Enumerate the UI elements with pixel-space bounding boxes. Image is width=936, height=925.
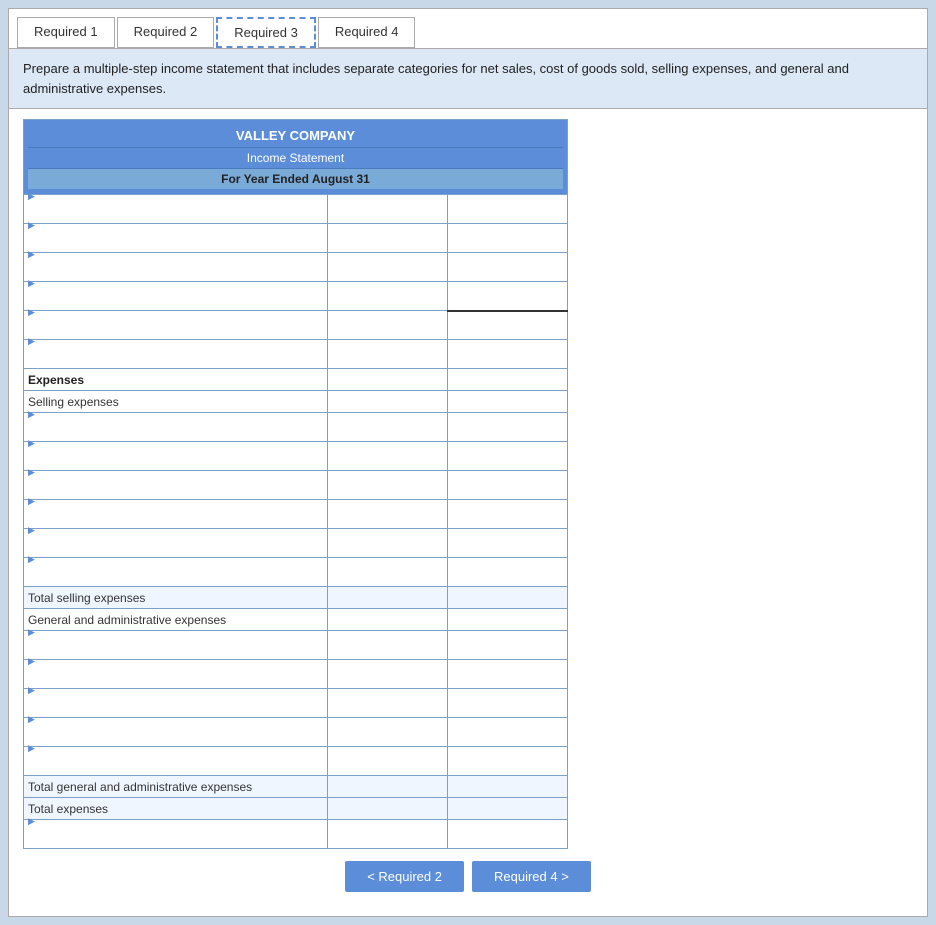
expenses-mid-input[interactable] [332, 369, 443, 390]
row5-right-input[interactable] [452, 312, 563, 340]
sell6-right-input[interactable] [452, 558, 563, 586]
main-content: VALLEY COMPANY Income Statement For Year… [9, 109, 927, 916]
row4-mid-input[interactable] [332, 282, 443, 310]
gen1-right-input[interactable] [452, 631, 563, 659]
tab-required4[interactable]: Required 4 [318, 17, 416, 48]
table-row [24, 747, 568, 776]
row2-right-input[interactable] [452, 224, 563, 252]
sell2-right-input[interactable] [452, 442, 563, 470]
table-row [24, 253, 568, 282]
tabs-bar: Required 1 Required 2 Required 3 Require… [9, 9, 927, 49]
bottom-nav: < Required 2 Required 4 > [23, 849, 913, 900]
sell4-mid-input[interactable] [332, 500, 443, 528]
tab-required3[interactable]: Required 3 [216, 17, 316, 48]
gen3-mid-input[interactable] [332, 689, 443, 717]
table-row [24, 500, 568, 529]
sell1-mid-input[interactable] [332, 413, 443, 441]
tab-required1[interactable]: Required 1 [17, 17, 115, 48]
selling-mid-input[interactable] [332, 391, 443, 412]
row6-right-input[interactable] [452, 340, 563, 368]
gen2-mid-input[interactable] [332, 660, 443, 688]
total-expenses-right-input[interactable] [452, 798, 563, 819]
gen-admin-label: General and administrative expenses [24, 609, 328, 631]
gen-admin-row: General and administrative expenses [24, 609, 568, 631]
table-row [24, 718, 568, 747]
statement-title: Income Statement [28, 148, 563, 169]
next-button[interactable]: Required 4 > [472, 861, 591, 892]
final-mid-input[interactable] [332, 820, 443, 848]
sell6-label-input[interactable] [28, 565, 323, 593]
final-right-input[interactable] [452, 820, 563, 848]
gen3-right-input[interactable] [452, 689, 563, 717]
gen5-label-input[interactable] [28, 754, 323, 782]
table-row [24, 558, 568, 587]
company-name: VALLEY COMPANY [28, 124, 563, 148]
table-row [24, 442, 568, 471]
instruction-text: Prepare a multiple-step income statement… [9, 49, 927, 109]
expenses-right-input[interactable] [452, 369, 563, 390]
table-row [24, 820, 568, 849]
row2-mid-input[interactable] [332, 224, 443, 252]
table-row [24, 689, 568, 718]
total-expenses-row: Total expenses [24, 798, 568, 820]
statement-period: For Year Ended August 31 [28, 169, 563, 190]
gen4-right-input[interactable] [452, 718, 563, 746]
gen4-mid-input[interactable] [332, 718, 443, 746]
sell5-right-input[interactable] [452, 529, 563, 557]
table-row [24, 529, 568, 558]
selling-expenses-label: Selling expenses [24, 391, 328, 413]
row3-right-input[interactable] [452, 253, 563, 281]
row5-mid-input[interactable] [332, 311, 443, 339]
sell3-right-input[interactable] [452, 471, 563, 499]
row3-mid-input[interactable] [332, 253, 443, 281]
sell1-right-input[interactable] [452, 413, 563, 441]
tab-required2[interactable]: Required 2 [117, 17, 215, 48]
table-row [24, 413, 568, 442]
gen1-mid-input[interactable] [332, 631, 443, 659]
sell5-mid-input[interactable] [332, 529, 443, 557]
table-row [24, 471, 568, 500]
sell2-mid-input[interactable] [332, 442, 443, 470]
total-expenses-mid-input[interactable] [332, 798, 443, 819]
table-row [24, 631, 568, 660]
table-row [24, 224, 568, 253]
row6-label-input[interactable] [28, 347, 323, 375]
gen5-right-input[interactable] [452, 747, 563, 775]
row1-mid-input[interactable] [332, 195, 443, 223]
row6-mid-input[interactable] [332, 340, 443, 368]
sell6-mid-input[interactable] [332, 558, 443, 586]
gen5-mid-input[interactable] [332, 747, 443, 775]
sell4-right-input[interactable] [452, 500, 563, 528]
table-row [24, 282, 568, 311]
selling-right-input[interactable] [452, 391, 563, 412]
gen2-right-input[interactable] [452, 660, 563, 688]
final-label-input[interactable] [28, 827, 323, 855]
income-statement-table: VALLEY COMPANY Income Statement For Year… [23, 119, 568, 849]
gen-admin-right-input[interactable] [452, 609, 563, 630]
gen-admin-mid-input[interactable] [332, 609, 443, 630]
row1-right-input[interactable] [452, 195, 563, 223]
row4-right-input[interactable] [452, 282, 563, 310]
table-row [24, 195, 568, 224]
total-expenses-label: Total expenses [24, 798, 328, 820]
table-row [24, 660, 568, 689]
selling-expenses-row: Selling expenses [24, 391, 568, 413]
total-selling-right-input[interactable] [452, 587, 563, 608]
table-row [24, 311, 568, 340]
total-selling-mid-input[interactable] [332, 587, 443, 608]
total-gen-admin-right-input[interactable] [452, 776, 563, 797]
sell3-mid-input[interactable] [332, 471, 443, 499]
table-row [24, 340, 568, 369]
total-gen-admin-mid-input[interactable] [332, 776, 443, 797]
prev-button[interactable]: < Required 2 [345, 861, 464, 892]
